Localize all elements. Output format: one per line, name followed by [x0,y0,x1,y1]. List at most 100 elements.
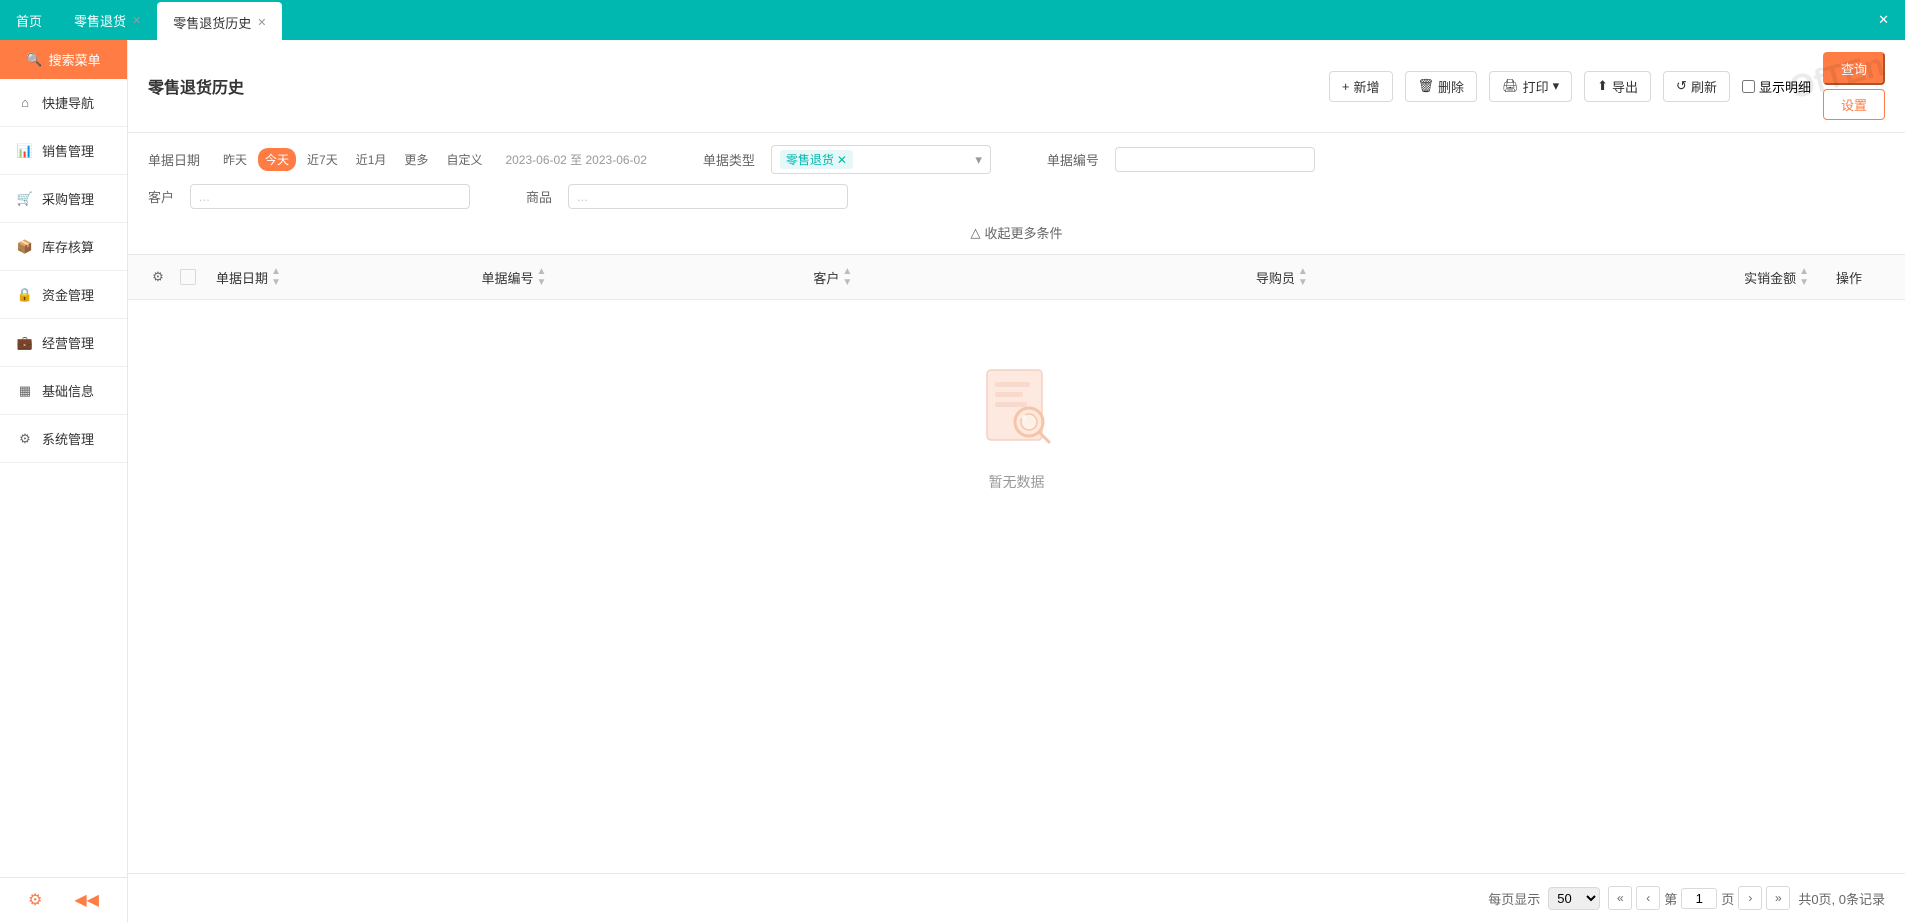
th-amount-label: 实销金额 [1744,268,1796,287]
sidebar-settings-btn[interactable]: ⚙ [28,890,42,910]
print-icon: 🖨 [1502,78,1519,94]
page-size-label: 每页显示 [1488,889,1540,908]
export-button[interactable]: ⬆ 导出 [1584,71,1651,102]
page-nav: « ‹ 第 页 › » [1608,886,1790,910]
page-first-btn[interactable]: « [1608,886,1632,910]
th-bill-date[interactable]: 单据日期 ▲▼ [216,266,482,288]
home-icon: ⌂ [16,94,34,112]
customer-select[interactable]: ... [190,184,470,209]
page-prev-btn[interactable]: ‹ [1636,886,1660,910]
page-label: 第 [1664,889,1677,908]
tab-retail-return-history[interactable]: 零售退货历史 ✕ [157,2,282,42]
chart-icon: 📊 [16,142,34,160]
query-button[interactable]: 查询 [1823,52,1885,85]
show-detail-text: 显示明细 [1759,77,1811,96]
box-icon: 📦 [16,238,34,256]
th-action-label: 操作 [1836,268,1862,287]
column-settings-icon[interactable]: ⚙ [144,263,172,291]
select-all-checkbox[interactable] [180,269,196,285]
bill-type-select[interactable]: 零售退货 ✕ ▾ [771,145,991,174]
sidebar-item-purchase-mgmt[interactable]: 🛒 采购管理 [0,175,127,223]
th-guide[interactable]: 导购员 ▲▼ [1256,266,1588,288]
th-action: 操作 [1809,268,1889,287]
page-last-btn[interactable]: » [1766,886,1790,910]
th-amount[interactable]: 实销金额 ▲▼ [1588,266,1809,288]
new-button[interactable]: + 新增 [1329,71,1393,102]
sidebar-item-inventory-check[interactable]: 📦 库存核算 [0,223,127,271]
th-bill-date-sort: ▲▼ [271,266,281,288]
window-close[interactable]: ✕ [1878,12,1905,28]
customer-label: 客户 [148,187,174,206]
sidebar-item-business-label: 经营管理 [42,333,94,352]
total-info: 共0页, 0条记录 [1798,889,1885,908]
sidebar-item-system-mgmt[interactable]: ⚙ 系统管理 [0,415,127,463]
sidebar-item-sales-mgmt[interactable]: 📊 销售管理 [0,127,127,175]
date-range-display: 2023-06-02 至 2023-06-02 [505,151,646,168]
date-shortcuts: 昨天 今天 近7天 近1月 更多 自定义 [216,148,489,171]
settings-button[interactable]: 设置 [1823,89,1885,120]
tab-retail-return-history-label: 零售退货历史 [173,13,251,32]
page-size-select[interactable]: 20 50 100 [1548,887,1600,910]
bill-type-tag: 零售退货 ✕ [780,150,853,169]
date-7days[interactable]: 近7天 [300,148,345,171]
sidebar-item-business-mgmt[interactable]: 💼 经营管理 [0,319,127,367]
date-more[interactable]: 更多 [397,148,435,171]
goods-label: 商品 [526,187,552,206]
sidebar-item-basic-label: 基础信息 [42,381,94,400]
date-1month[interactable]: 近1月 [349,148,394,171]
goods-placeholder: ... [577,189,588,204]
shop-icon: 🛒 [16,190,34,208]
th-guide-label: 导购员 [1256,268,1295,287]
th-bill-no-label: 单据编号 [482,268,534,287]
date-today[interactable]: 今天 [258,148,296,171]
empty-state: 暂无数据 [128,300,1905,552]
export-icon: ⬆ [1597,78,1608,94]
query-actions: 查询 设置 [1823,52,1885,120]
bill-no-label: 单据编号 [1047,150,1099,169]
th-customer[interactable]: 客户 ▲▼ [813,266,1256,288]
bill-type-tag-text: 零售退货 [786,151,834,168]
page-next-btn[interactable]: › [1738,886,1762,910]
filter-row-1: 单据日期 昨天 今天 近7天 近1月 更多 自定义 2023-06-02 至 2… [148,145,1885,174]
tab-home-label: 首页 [16,11,42,30]
main-layout: 🔍 搜索菜单 ⌂ 快捷导航 📊 销售管理 🛒 采购管理 📦 库存核算 🔒 资金管… [0,40,1905,922]
date-custom[interactable]: 自定义 [439,148,489,171]
collapse-button[interactable]: △ 收起更多条件 [970,223,1062,242]
sidebar-item-finance-label: 资金管理 [42,285,94,304]
tab-retail-return[interactable]: 零售退货 ✕ [58,0,157,40]
page-info: 第 页 [1664,888,1734,909]
bill-type-tag-remove[interactable]: ✕ [837,153,847,167]
search-menu[interactable]: 🔍 搜索菜单 [0,40,127,79]
print-label: 打印 [1523,77,1549,96]
sidebar-item-quick-nav-label: 快捷导航 [42,93,94,112]
tab-retail-return-close[interactable]: ✕ [132,14,141,27]
top-bar: 首页 零售退货 ✕ 零售退货历史 ✕ ✕ [0,0,1905,40]
page-input[interactable] [1681,888,1717,909]
delete-icon: 🗑 [1418,78,1435,94]
collapse-text: 收起更多条件 [984,223,1062,242]
refresh-button[interactable]: ↺ 刷新 [1663,71,1730,102]
goods-select[interactable]: ... [568,184,848,209]
search-menu-label: 搜索菜单 [49,50,101,69]
tab-retail-return-history-close[interactable]: ✕ [257,16,266,29]
th-bill-no[interactable]: 单据编号 ▲▼ [482,266,814,288]
delete-button[interactable]: 🗑 删除 [1405,71,1478,102]
bill-date-label: 单据日期 [148,150,200,169]
show-detail-label[interactable]: 显示明细 [1742,77,1811,96]
show-detail-checkbox[interactable] [1742,80,1755,93]
th-guide-sort: ▲▼ [1298,266,1308,288]
bill-no-input[interactable] [1115,147,1315,172]
print-button[interactable]: 🖨 打印 ▾ [1489,71,1572,102]
page-of-label: 页 [1721,889,1734,908]
sidebar-item-quick-nav[interactable]: ⌂ 快捷导航 [0,79,127,127]
date-yesterday[interactable]: 昨天 [216,148,254,171]
table-area: ⚙ 单据日期 ▲▼ 单据编号 ▲▼ 客户 ▲▼ 导购员 [128,255,1905,873]
col-settings: ⚙ [144,263,180,291]
header-actions: + 新增 🗑 删除 🖨 打印 ▾ ⬆ 导出 ↺ 刷 [1329,52,1885,120]
sidebar-item-purchase-label: 采购管理 [42,189,94,208]
sidebar-audio-btn[interactable]: ◀◀ [74,890,99,910]
tab-home[interactable]: 首页 [0,0,58,40]
th-customer-sort: ▲▼ [842,266,852,288]
sidebar-item-basic-info[interactable]: ▦ 基础信息 [0,367,127,415]
sidebar-item-finance-mgmt[interactable]: 🔒 资金管理 [0,271,127,319]
